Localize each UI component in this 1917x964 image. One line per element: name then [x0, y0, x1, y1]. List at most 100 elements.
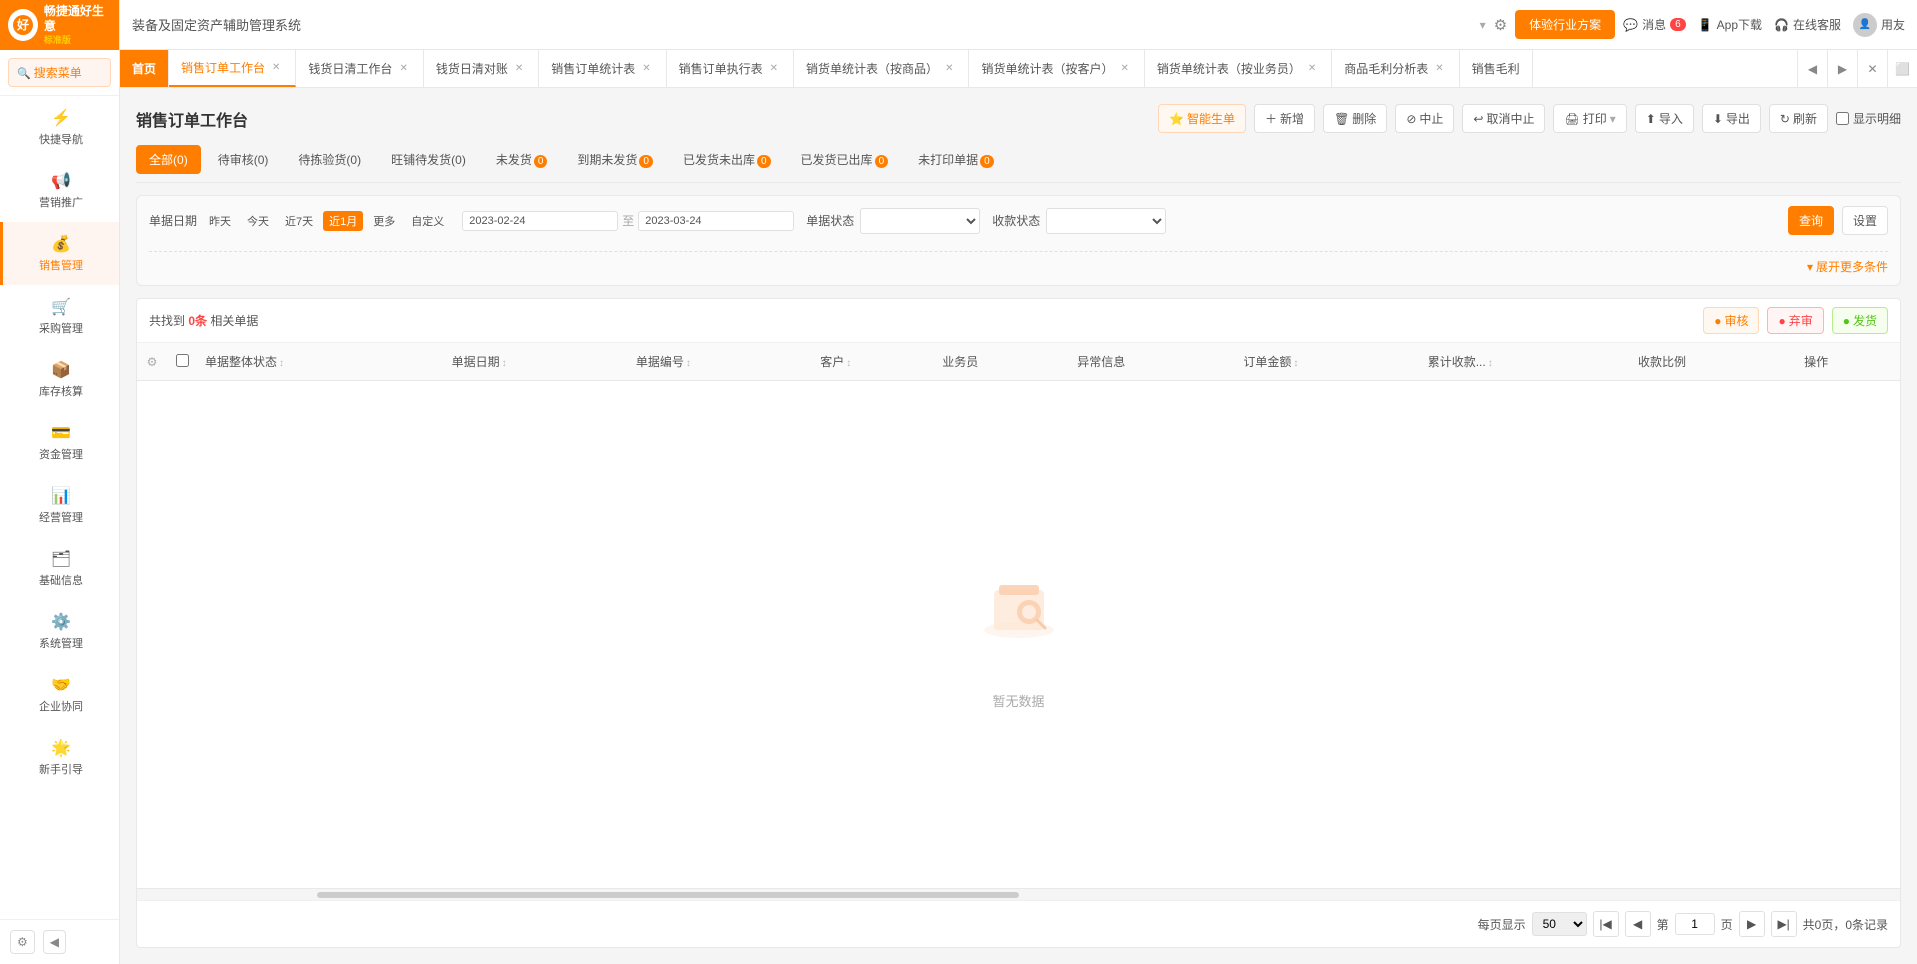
tab-sales-exec[interactable]: 销售订单执行表 ✕ — [667, 50, 794, 87]
export-button[interactable]: ⬇ 导出 — [1702, 104, 1761, 133]
pagination: 每页显示 50 10 20 100 |◀ ◀ 第 页 ▶ ▶| 共0页，0条记录 — [137, 900, 1900, 947]
date-custom-btn[interactable]: 自定义 — [405, 211, 450, 231]
date-7days-btn[interactable]: 近7天 — [279, 211, 319, 231]
select-all-checkbox[interactable] — [176, 354, 189, 367]
delete-button[interactable]: 🗑 删除 — [1323, 104, 1387, 133]
tab-close-sales-exec[interactable]: ✕ — [767, 62, 781, 75]
filter-tab-pending[interactable]: 待审核(0) — [205, 145, 282, 174]
tab-scroll-right[interactable]: ▶ — [1827, 50, 1857, 88]
page-next-btn[interactable]: ▶ — [1739, 911, 1765, 937]
tab-cash-reconcile[interactable]: 钱货日清对账 ✕ — [424, 50, 539, 87]
tab-maximize[interactable]: ⬜ — [1887, 50, 1917, 88]
online-service-btn[interactable]: 🎧 在线客服 — [1774, 16, 1841, 33]
stop-button[interactable]: ⊘ 中止 — [1395, 104, 1454, 133]
filter-tab-wangpu[interactable]: 旺铺待发货(0) — [378, 145, 479, 174]
settings-footer-button[interactable]: ⚙ — [10, 930, 35, 954]
date-today-btn[interactable]: 今天 — [241, 211, 275, 231]
settings-search-button[interactable]: 设置 — [1842, 206, 1888, 235]
enterprise-icon: 🤝 — [51, 675, 71, 695]
date-more-btn[interactable]: 更多 — [367, 211, 401, 231]
tab-cash-daily[interactable]: 钱货日清工作台 ✕ — [296, 50, 423, 87]
tab-gross-margin[interactable]: 商品毛利分析表 ✕ — [1332, 50, 1459, 87]
tab-sales-stat-staff[interactable]: 销货单统计表（按业务员） ✕ — [1145, 50, 1332, 87]
audit-button[interactable]: ● 审核 — [1703, 307, 1759, 334]
tab-sales-stat-product[interactable]: 销货单统计表（按商品） ✕ — [794, 50, 969, 87]
tab-close-sales-stat[interactable]: ✕ — [639, 62, 653, 75]
filter-tab-unprinted[interactable]: 未打印单据0 — [905, 145, 1007, 174]
sales-icon: 💰 — [51, 234, 71, 254]
page-last-btn[interactable]: ▶| — [1771, 911, 1797, 937]
page-first-btn[interactable]: |◀ — [1593, 911, 1619, 937]
sidebar-item-inventory[interactable]: 📦 库存核算 — [0, 348, 119, 411]
settings-icon[interactable]: ⚙ — [1494, 16, 1507, 34]
revoke-button[interactable]: ● 弃审 — [1767, 307, 1823, 334]
filter-tab-shipped-out[interactable]: 已发货已出库0 — [788, 145, 902, 174]
refresh-button[interactable]: ↻ 刷新 — [1769, 104, 1828, 133]
tab-home[interactable]: 首页 — [120, 50, 169, 87]
tab-close-cash-daily[interactable]: ✕ — [396, 62, 410, 75]
per-page-select[interactable]: 50 10 20 100 — [1532, 912, 1587, 936]
search-menu-button[interactable]: 🔍 搜索菜单 — [8, 58, 111, 87]
tab-sales-order[interactable]: 销售订单工作台 ✕ — [169, 50, 296, 87]
show-detail-check[interactable] — [1836, 112, 1849, 125]
page-prev-btn[interactable]: ◀ — [1625, 911, 1651, 937]
search-bar: 单据日期 昨天 今天 近7天 近1月 更多 自定义 至 单据状态 — [136, 195, 1901, 286]
filter-tabs: 全部(0) 待审核(0) 待拣验货(0) 旺铺待发货(0) 未发货0 到期未发货… — [136, 145, 1901, 183]
th-settings[interactable]: ⚙ — [137, 343, 167, 381]
scrollbar-thumb[interactable] — [317, 892, 1019, 898]
sidebar-item-operations[interactable]: 📊 经营管理 — [0, 474, 119, 537]
filter-tab-shipped-no-out[interactable]: 已发货未出库0 — [670, 145, 784, 174]
horizontal-scrollbar[interactable] — [137, 888, 1900, 900]
th-checkbox[interactable] — [167, 343, 197, 381]
payment-select[interactable] — [1046, 208, 1166, 234]
tab-sales-stat[interactable]: 销售订单统计表 ✕ — [539, 50, 666, 87]
sidebar-item-base[interactable]: 🗂 基础信息 — [0, 537, 119, 600]
print-button[interactable]: 🖨 打印 ▾ — [1553, 104, 1626, 133]
sidebar-item-system[interactable]: ⚙️ 系统管理 — [0, 600, 119, 663]
tab-close-stat-product[interactable]: ✕ — [942, 62, 956, 75]
sidebar-item-enterprise[interactable]: 🤝 企业协同 — [0, 663, 119, 726]
sidebar-item-newbie[interactable]: 🌟 新手引导 — [0, 726, 119, 789]
sidebar-item-purchase[interactable]: 🛒 采购管理 — [0, 285, 119, 348]
tab-close-sales-order[interactable]: ✕ — [269, 61, 283, 74]
filter-tab-unshipped[interactable]: 未发货0 — [483, 145, 561, 174]
tab-close-all[interactable]: ✕ — [1857, 50, 1887, 88]
date-yesterday-btn[interactable]: 昨天 — [203, 211, 237, 231]
date-from-input[interactable] — [462, 211, 618, 231]
date-to-input[interactable] — [638, 211, 794, 231]
tab-scroll-left[interactable]: ◀ — [1797, 50, 1827, 88]
expand-toggle[interactable]: ▾ 展开更多条件 — [1807, 258, 1888, 275]
page-input[interactable] — [1675, 913, 1715, 935]
cancel-stop-button[interactable]: ↩ 取消中止 — [1462, 104, 1545, 133]
ship-button[interactable]: ● 发货 — [1832, 307, 1888, 334]
app-download-btn[interactable]: 📱 App下载 — [1698, 16, 1762, 33]
status-select[interactable] — [860, 208, 980, 234]
sidebar: 好 畅捷通好生意 标准版 🔍 搜索菜单 ⚡ 快捷导航 📢 营销推广 💰 销售管理… — [0, 0, 120, 964]
filter-tab-inspect[interactable]: 待拣验货(0) — [285, 145, 374, 174]
import-button[interactable]: ⬆ 导入 — [1635, 104, 1694, 133]
filter-tab-all[interactable]: 全部(0) — [136, 145, 201, 174]
tab-sales-more[interactable]: 销售毛利 — [1460, 50, 1533, 87]
show-detail-checkbox[interactable]: 显示明细 — [1836, 110, 1901, 127]
collapse-sidebar-button[interactable]: ◀ — [43, 930, 66, 954]
page-actions: ⭐ 智能生单 ＋ 新增 🗑 删除 ⊘ 中止 ↩ 取消中止 — [1158, 104, 1901, 133]
experience-btn[interactable]: 体验行业方案 — [1515, 10, 1615, 39]
logo-badge: 标准版 — [44, 35, 111, 47]
smart-create-button[interactable]: ⭐ 智能生单 — [1158, 104, 1246, 133]
message-btn[interactable]: 💬 消息 6 — [1623, 16, 1686, 33]
user-menu[interactable]: 👤 用友 — [1853, 13, 1905, 37]
marketing-icon: 📢 — [51, 171, 71, 191]
add-button[interactable]: ＋ 新增 — [1254, 104, 1315, 133]
sidebar-item-finance[interactable]: 💳 资金管理 — [0, 411, 119, 474]
sidebar-item-marketing[interactable]: 📢 营销推广 — [0, 159, 119, 222]
date-month-btn[interactable]: 近1月 — [323, 211, 363, 231]
search-button[interactable]: 查询 — [1788, 206, 1834, 235]
tab-close-stat-customer[interactable]: ✕ — [1117, 62, 1131, 75]
tab-close-gross-margin[interactable]: ✕ — [1432, 62, 1446, 75]
tab-close-cash-reconcile[interactable]: ✕ — [512, 62, 526, 75]
sidebar-item-quicknav[interactable]: ⚡ 快捷导航 — [0, 96, 119, 159]
filter-tab-expired[interactable]: 到期未发货0 — [564, 145, 666, 174]
sidebar-item-sales[interactable]: 💰 销售管理 — [0, 222, 119, 285]
tab-sales-stat-customer[interactable]: 销货单统计表（按客户） ✕ — [969, 50, 1144, 87]
tab-close-stat-staff[interactable]: ✕ — [1305, 62, 1319, 75]
